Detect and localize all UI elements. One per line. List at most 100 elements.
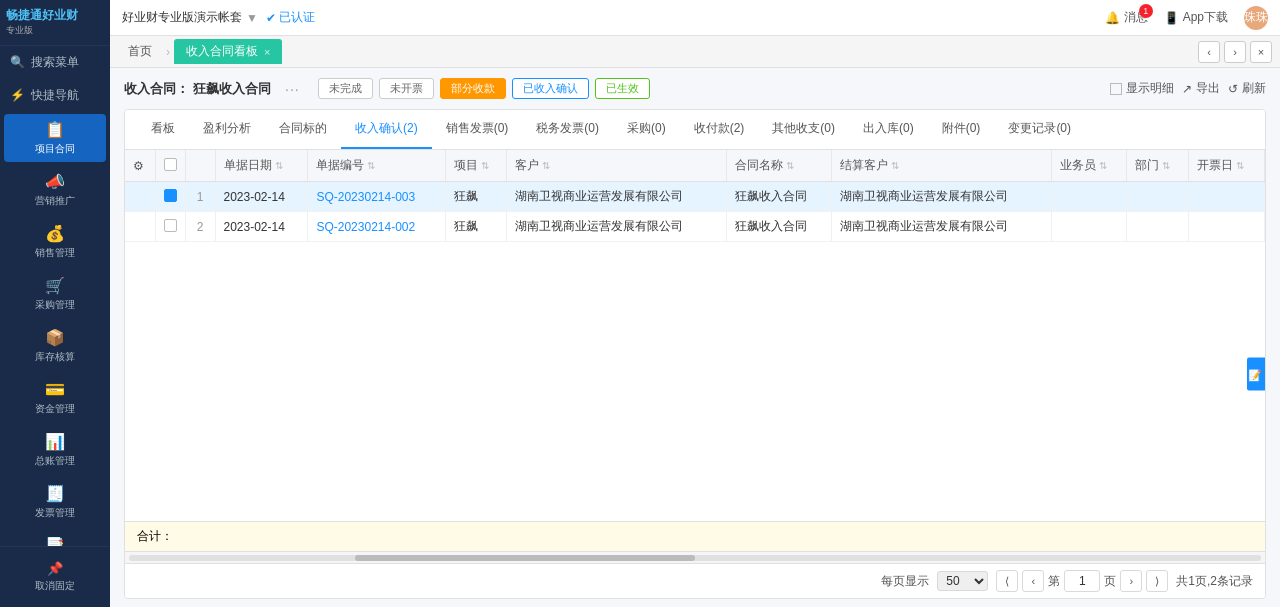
tab-separator: ›	[166, 45, 170, 59]
home-tab[interactable]: 首页	[118, 43, 162, 60]
scroll-thumb[interactable]	[355, 555, 695, 561]
sort-date-icon: ⇅	[275, 160, 283, 171]
column-customer[interactable]: 客户⇅	[507, 150, 726, 182]
page-input[interactable]	[1064, 570, 1100, 592]
app-download-btn[interactable]: 📱 App下载	[1164, 9, 1228, 26]
tab-close-btn[interactable]: ×	[264, 46, 270, 58]
refresh-btn[interactable]: ↺ 刷新	[1228, 80, 1266, 97]
column-date[interactable]: 单据日期⇅	[215, 150, 308, 182]
row-checkbox[interactable]	[164, 189, 177, 202]
sales-icon: 💰	[45, 224, 65, 243]
doc-number-link[interactable]: SQ-20230214-002	[316, 220, 415, 234]
invoice-icon: 🧾	[45, 484, 65, 503]
avatar: 珠珠	[1244, 6, 1268, 30]
show-detail-btn[interactable]: 显示明细	[1110, 80, 1174, 97]
scroll-track	[129, 555, 1261, 561]
topbar-right: 🔔 1 消息 📱 App下载 珠珠	[1105, 6, 1268, 30]
tab-close-all-btn[interactable]: ×	[1250, 41, 1272, 63]
company-selector[interactable]: 好业财专业版演示帐套 ▼	[122, 9, 258, 26]
table-wrapper: ⚙ 单据日期⇅ 单据编号⇅ 项目⇅ 客户⇅ 合同名称⇅ 结算客户⇅ 业务员⇅	[125, 150, 1265, 598]
column-project[interactable]: 项目⇅	[445, 150, 507, 182]
tab-other-income[interactable]: 其他收支(0)	[758, 110, 849, 149]
sort-settlement-icon: ⇅	[891, 160, 899, 171]
inner-tabs: 看板 盈利分析 合同标的 收入确认(2) 销售发票(0) 税务发票(0) 采购(…	[125, 110, 1265, 150]
row-doc-number[interactable]: SQ-20230214-003	[308, 182, 445, 212]
status-incomplete-btn[interactable]: 未完成	[318, 78, 373, 99]
tab-change-log[interactable]: 变更记录(0)	[994, 110, 1085, 149]
select-all-checkbox[interactable]	[164, 158, 177, 171]
column-settlement-customer[interactable]: 结算客户⇅	[832, 150, 1051, 182]
logo-sub-text: 专业版	[6, 24, 78, 37]
sidebar-item-general[interactable]: 📊 总账管理	[0, 424, 110, 476]
tab-sales-invoice[interactable]: 销售发票(0)	[432, 110, 523, 149]
status-uninvoiced-btn[interactable]: 未开票	[379, 78, 434, 99]
tab-kanban[interactable]: 看板	[137, 110, 189, 149]
horizontal-scrollbar[interactable]	[125, 551, 1265, 563]
company-name: 好业财专业版演示帐套	[122, 9, 242, 26]
row-settings[interactable]	[125, 182, 155, 212]
tab-payment[interactable]: 收付款(2)	[680, 110, 759, 149]
export-btn[interactable]: ↗ 导出	[1182, 80, 1220, 97]
sidebar-item-invoice[interactable]: 🧾 发票管理	[0, 476, 110, 528]
messages-btn[interactable]: 🔔 1 消息	[1105, 9, 1148, 26]
row-checkbox-cell[interactable]	[155, 212, 185, 242]
tab-contract-items[interactable]: 合同标的	[265, 110, 341, 149]
sidebar-item-tax[interactable]: 📑 税务管理	[0, 528, 110, 546]
column-contract-name[interactable]: 合同名称⇅	[726, 150, 832, 182]
sidebar-item-sales[interactable]: 💰 销售管理	[0, 216, 110, 268]
sidebar-item-project-contract[interactable]: 📋 项目合同	[4, 114, 106, 162]
search-icon: 🔍	[10, 55, 25, 69]
row-salesman	[1051, 212, 1127, 242]
tab-prev-btn[interactable]: ‹	[1198, 41, 1220, 63]
tab-attachment[interactable]: 附件(0)	[928, 110, 995, 149]
sidebar-unpin-btn[interactable]: 📌 取消固定	[0, 553, 110, 601]
purchase-icon: 🛒	[45, 276, 65, 295]
next-page-btn[interactable]: ›	[1120, 570, 1142, 592]
per-page-select[interactable]: 50 100 200	[937, 571, 988, 591]
tab-purchase[interactable]: 采购(0)	[613, 110, 680, 149]
last-page-btn[interactable]: ⟩	[1146, 570, 1168, 592]
column-settings[interactable]: ⚙	[125, 150, 155, 182]
sort-contract-icon: ⇅	[786, 160, 794, 171]
tab-tax-invoice[interactable]: 税务发票(0)	[522, 110, 613, 149]
tab-warehouse[interactable]: 出入库(0)	[849, 110, 928, 149]
right-note-btn[interactable]: 📝	[1247, 358, 1265, 391]
export-label: 导出	[1196, 80, 1220, 97]
tab-revenue-confirm[interactable]: 收入确认(2)	[341, 110, 432, 149]
user-avatar-btn[interactable]: 珠珠	[1244, 6, 1268, 30]
doc-number-link[interactable]: SQ-20230214-003	[316, 190, 415, 204]
column-department[interactable]: 部门⇅	[1127, 150, 1189, 182]
sidebar-item-funds[interactable]: 💳 资金管理	[0, 372, 110, 424]
tab-profit-analysis[interactable]: 盈利分析	[189, 110, 265, 149]
contract-more-btn[interactable]: ···	[285, 81, 300, 97]
quick-nav-icon: ⚡	[10, 88, 25, 102]
column-invoice-date[interactable]: 开票日⇅	[1189, 150, 1265, 182]
column-salesman[interactable]: 业务员⇅	[1051, 150, 1127, 182]
table-row[interactable]: 2 2023-02-14 SQ-20230214-002 狂飙 湖南卫视商业运营…	[125, 212, 1265, 242]
status-effective-btn[interactable]: 已生效	[595, 78, 650, 99]
row-settings[interactable]	[125, 212, 155, 242]
sidebar-item-marketing[interactable]: 📣 营销推广	[0, 164, 110, 216]
row-date: 2023-02-14	[215, 212, 308, 242]
prev-page-btn[interactable]: ‹	[1022, 570, 1044, 592]
sidebar-item-quick-nav[interactable]: ⚡ 快捷导航	[0, 79, 110, 112]
sidebar-menu: 🔍 搜索菜单 ⚡ 快捷导航 📋 项目合同 📣 营销推广 💰 销售管理 🛒 采购管…	[0, 46, 110, 546]
status-partial-btn[interactable]: 部分收款	[440, 78, 506, 99]
row-checkbox[interactable]	[164, 219, 177, 232]
row-doc-number[interactable]: SQ-20230214-002	[308, 212, 445, 242]
row-checkbox-cell[interactable]	[155, 182, 185, 212]
column-checkbox[interactable]	[155, 150, 185, 182]
sidebar-item-purchase[interactable]: 🛒 采购管理	[0, 268, 110, 320]
column-number[interactable]: 单据编号⇅	[308, 150, 445, 182]
active-tab[interactable]: 收入合同看板 ×	[174, 39, 282, 64]
table-row[interactable]: 1 2023-02-14 SQ-20230214-003 狂飙 湖南卫视商业运营…	[125, 182, 1265, 212]
checkbox-icon	[1110, 83, 1122, 95]
per-page-label: 每页显示	[881, 573, 929, 590]
tab-next-btn[interactable]: ›	[1224, 41, 1246, 63]
sort-invoice-icon: ⇅	[1236, 160, 1244, 171]
row-contract-name: 狂飙收入合同	[726, 212, 832, 242]
status-confirmed-btn[interactable]: 已收入确认	[512, 78, 589, 99]
sidebar-item-search[interactable]: 🔍 搜索菜单	[0, 46, 110, 79]
first-page-btn[interactable]: ⟨	[996, 570, 1018, 592]
sidebar-item-inventory[interactable]: 📦 库存核算	[0, 320, 110, 372]
